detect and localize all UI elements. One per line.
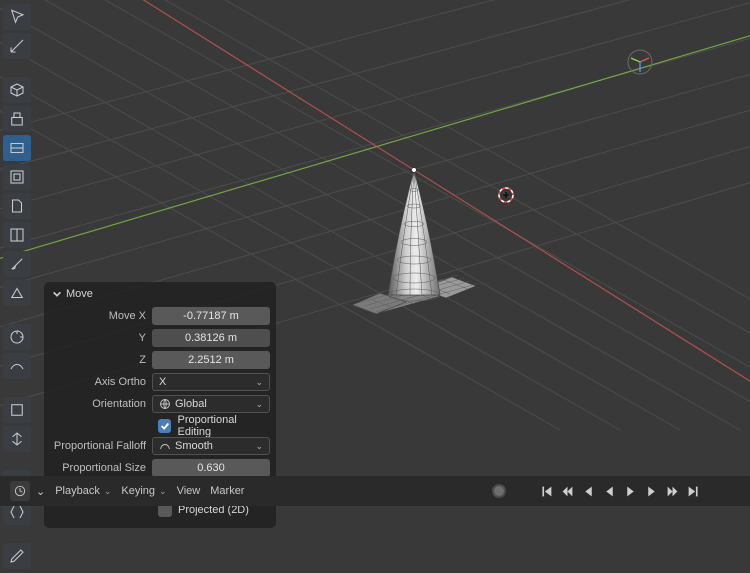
proportional-editing-label: Proportional Editing <box>177 414 270 438</box>
playback-menu[interactable]: Playback⌄ <box>55 485 111 497</box>
label-move-y: Y <box>50 332 152 344</box>
chevron-down-icon: ⌄ <box>255 441 263 452</box>
frame-next-button[interactable] <box>645 485 658 498</box>
cursor-tool[interactable] <box>3 4 31 30</box>
label-axis: Axis Ortho <box>50 376 152 388</box>
label-falloff: Proportional Falloff <box>50 440 152 452</box>
axis-ortho-select[interactable]: X⌄ <box>152 373 270 391</box>
shrink-fatten-tool[interactable] <box>3 426 31 452</box>
jump-start-button[interactable] <box>540 485 553 498</box>
chevron-down-icon: ⌄ <box>255 399 263 410</box>
proportional-size-field[interactable]: 0.630 <box>152 459 270 477</box>
add-cube-tool[interactable] <box>3 77 31 103</box>
auto-key-toggle[interactable] <box>492 484 506 498</box>
proportional-editing-checkbox[interactable] <box>158 419 171 433</box>
marker-menu[interactable]: Marker <box>210 485 244 497</box>
selected-vertex[interactable] <box>412 168 417 173</box>
poly-build-tool[interactable] <box>3 280 31 306</box>
spin-tool[interactable] <box>3 324 31 350</box>
knife-tool[interactable] <box>3 251 31 277</box>
inset-tool[interactable] <box>3 164 31 190</box>
falloff-select[interactable]: Smooth⌄ <box>152 437 270 455</box>
loop-cut-tool[interactable] <box>3 222 31 248</box>
chevron-down-icon: ⌄ <box>36 485 45 498</box>
orientation-select[interactable]: Global⌄ <box>152 395 270 413</box>
label-prop-size: Proportional Size <box>50 462 152 474</box>
bevel-tool[interactable] <box>3 193 31 219</box>
move-y-field[interactable]: 0.38126 m <box>152 329 270 347</box>
smooth-tool[interactable] <box>3 353 31 379</box>
chevron-down-icon <box>52 289 62 299</box>
label-move-x: Move X <box>50 310 152 322</box>
move-z-field[interactable]: 2.2512 m <box>152 351 270 369</box>
play-reverse-button[interactable] <box>603 485 616 498</box>
orientation-global-icon <box>159 398 171 410</box>
keyframe-next-button[interactable] <box>666 485 679 498</box>
edge-slide-tool[interactable] <box>3 397 31 423</box>
move-x-field[interactable]: -0.77187 m <box>152 307 270 325</box>
label-move-z: Z <box>50 354 152 366</box>
label-orientation: Orientation <box>50 398 152 410</box>
chevron-down-icon: ⌄ <box>255 377 263 388</box>
extrude-loop-tool[interactable] <box>3 135 31 161</box>
falloff-smooth-icon <box>159 440 171 452</box>
frame-prev-button[interactable] <box>582 485 595 498</box>
timeline-header: ⌄ Playback⌄ Keying⌄ View Marker <box>0 476 750 506</box>
keyframe-prev-button[interactable] <box>561 485 574 498</box>
operator-title: Move <box>66 288 93 300</box>
jump-end-button[interactable] <box>687 485 700 498</box>
view-menu[interactable]: View <box>177 485 201 497</box>
playback-controls <box>492 484 700 498</box>
measure-tool[interactable] <box>3 33 31 59</box>
extrude-region-tool[interactable] <box>3 106 31 132</box>
editor-type-button[interactable] <box>10 481 30 501</box>
operator-header[interactable]: Move <box>50 286 270 306</box>
play-forward-button[interactable] <box>624 485 637 498</box>
keying-menu[interactable]: Keying⌄ <box>121 485 166 497</box>
annotate-tool[interactable] <box>3 543 31 569</box>
